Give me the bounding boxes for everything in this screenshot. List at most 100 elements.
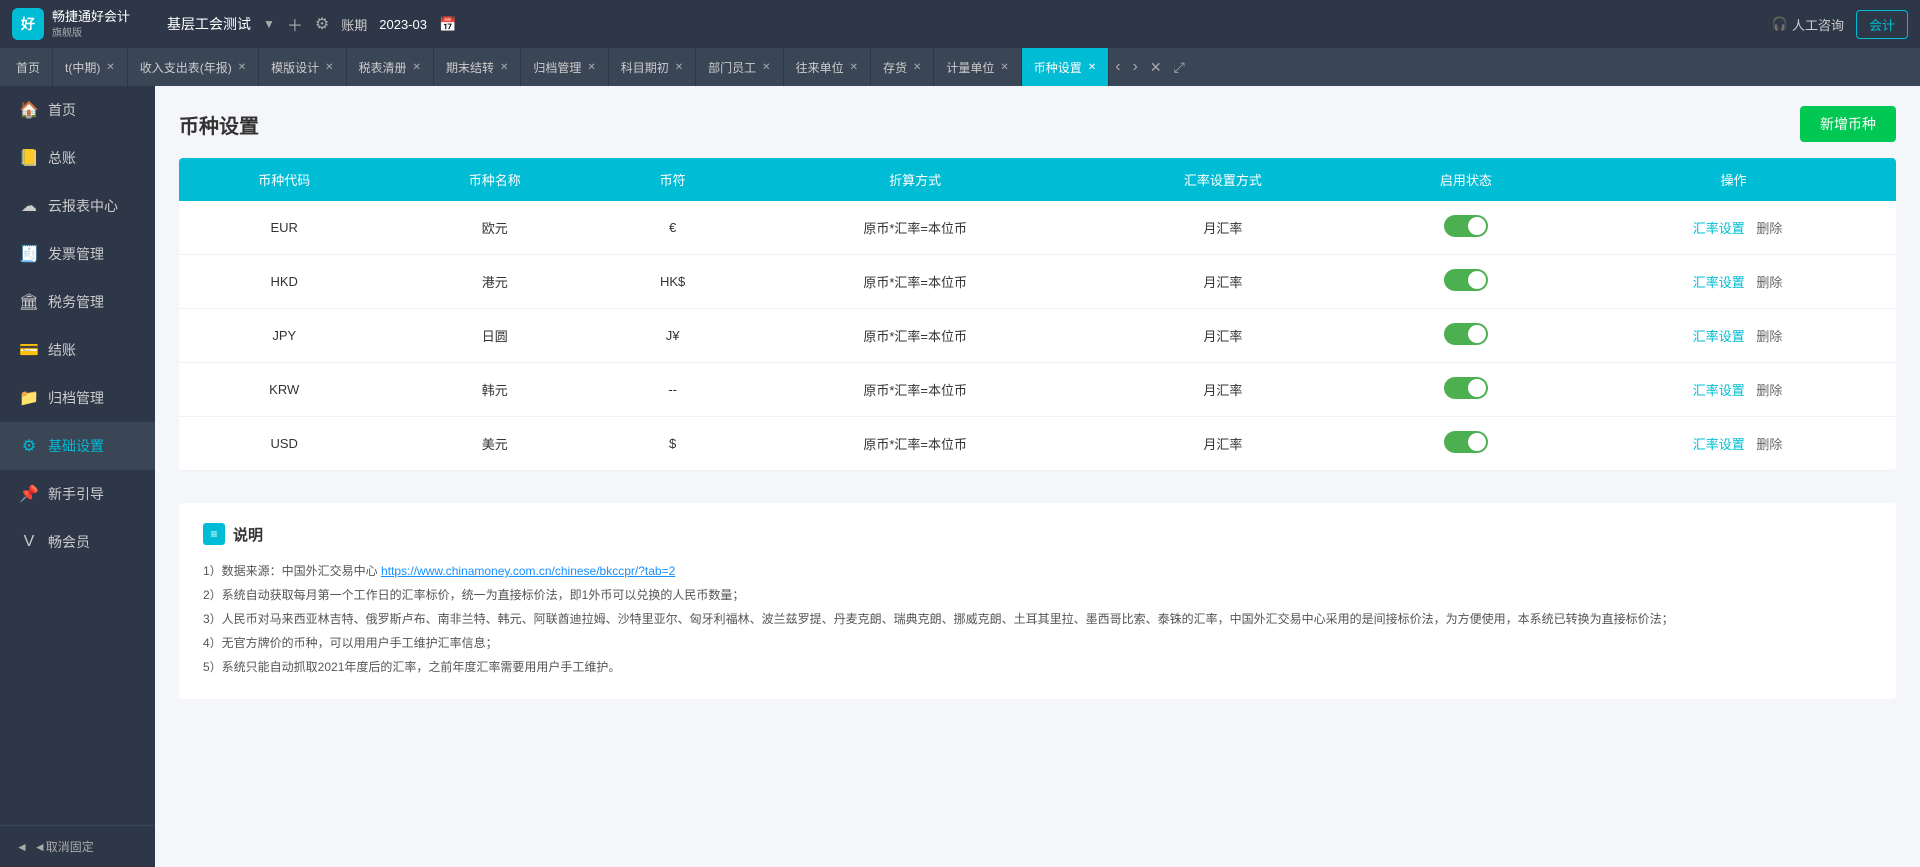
- sidebar-item-reports[interactable]: ☁ 云报表中心: [0, 182, 155, 230]
- sidebar-home-label: 首页: [48, 100, 76, 120]
- tab-subject-close[interactable]: ✕: [675, 62, 683, 73]
- reports-icon: ☁: [20, 197, 38, 215]
- cell-status: [1361, 309, 1571, 363]
- guide-icon: 📌: [20, 485, 38, 503]
- tab-period-end-close[interactable]: ✕: [500, 62, 508, 73]
- tab-annual-close[interactable]: ✕: [238, 62, 246, 73]
- sidebar-item-basic[interactable]: ⚙ 基础设置: [0, 422, 155, 470]
- tab-midterm[interactable]: t(中期) ✕: [53, 48, 128, 86]
- cell-status: [1361, 255, 1571, 309]
- sidebar-item-invoice[interactable]: 🧾 发票管理: [0, 230, 155, 278]
- delete-link-usd[interactable]: 删除: [1756, 437, 1782, 452]
- delete-link-jpy[interactable]: 删除: [1756, 329, 1782, 344]
- account-button[interactable]: 会计: [1856, 10, 1908, 39]
- tab-template[interactable]: 模版设计 ✕: [259, 48, 346, 86]
- sidebar-item-archive[interactable]: 📁 归档管理: [0, 374, 155, 422]
- page-title-bar: 币种设置 新增币种: [179, 106, 1896, 142]
- tab-unit[interactable]: 计量单位 ✕: [934, 48, 1021, 86]
- table-body: EUR 欧元 € 原币*汇率=本位币 月汇率 汇率设置 删除: [179, 201, 1896, 471]
- cell-symbol: J¥: [600, 309, 745, 363]
- tab-department[interactable]: 部门员工 ✕: [696, 48, 783, 86]
- rate-setting-link-usd[interactable]: 汇率设置: [1693, 437, 1745, 452]
- tax-icon: 🏛: [20, 293, 38, 311]
- archive-icon: 📁: [20, 389, 38, 407]
- rate-setting-link-eur[interactable]: 汇率设置: [1693, 221, 1745, 236]
- delete-link-hkd[interactable]: 删除: [1756, 275, 1782, 290]
- tab-tax-close[interactable]: ✕: [413, 62, 421, 73]
- cell-symbol: €: [600, 201, 745, 255]
- rate-setting-link-krw[interactable]: 汇率设置: [1693, 383, 1745, 398]
- tab-prev-icon[interactable]: ‹: [1109, 58, 1126, 76]
- sidebar-basic-label: 基础设置: [48, 436, 104, 456]
- tab-period-end[interactable]: 期末结转 ✕: [434, 48, 521, 86]
- new-currency-button[interactable]: 新增币种: [1800, 106, 1896, 142]
- sidebar-item-guide[interactable]: 📌 新手引导: [0, 470, 155, 518]
- sidebar-item-tax[interactable]: 🏛 税务管理: [0, 278, 155, 326]
- tab-subject-label: 科目期初: [621, 59, 669, 76]
- sidebar-item-settle[interactable]: 💳 结账: [0, 326, 155, 374]
- notes-item-2: 2）系统自动获取每月第一个工作日的汇率标价，统一为直接标价法，即1外币可以兑换的…: [203, 583, 1872, 607]
- sidebar-item-vip[interactable]: V 畅会员: [0, 518, 155, 566]
- tab-archive[interactable]: 归档管理 ✕: [521, 48, 608, 86]
- tab-customer[interactable]: 往来单位 ✕: [784, 48, 871, 86]
- toggle-jpy[interactable]: [1444, 323, 1488, 345]
- tab-template-close[interactable]: ✕: [325, 62, 333, 73]
- sidebar-item-home[interactable]: 🏠 首页: [0, 86, 155, 134]
- calendar-icon[interactable]: 📅: [439, 16, 456, 33]
- tab-unit-close[interactable]: ✕: [1000, 62, 1008, 73]
- toggle-hkd[interactable]: [1444, 269, 1488, 291]
- rate-setting-link-jpy[interactable]: 汇率设置: [1693, 329, 1745, 344]
- toggle-eur[interactable]: [1444, 215, 1488, 237]
- tab-annual[interactable]: 收入支出表(年报) ✕: [128, 48, 259, 86]
- tab-inventory-close[interactable]: ✕: [913, 62, 921, 73]
- delete-link-krw[interactable]: 删除: [1756, 383, 1782, 398]
- tab-inventory[interactable]: 存货 ✕: [871, 48, 934, 86]
- toggle-usd[interactable]: [1444, 431, 1488, 453]
- toggle-track: [1444, 431, 1488, 453]
- support-button[interactable]: 🎧 人工咨询: [1772, 15, 1844, 34]
- dropdown-icon[interactable]: ▼: [263, 17, 275, 31]
- sidebar-settle-label: 结账: [48, 340, 76, 360]
- add-tab-icon[interactable]: ＋: [287, 12, 303, 36]
- table-row: KRW 韩元 -- 原币*汇率=本位币 月汇率 汇率设置 删: [179, 363, 1896, 417]
- cell-action: 汇率设置 删除: [1571, 255, 1896, 309]
- col-action: 操作: [1571, 158, 1896, 201]
- tab-template-label: 模版设计: [271, 59, 319, 76]
- tab-close-icon[interactable]: ✕: [1144, 59, 1168, 76]
- toggle-track: [1444, 215, 1488, 237]
- notes-icon: ≡: [203, 523, 225, 545]
- notes-item-4: 4）无官方牌价的币种，可以用用户手工维护汇率信息；: [203, 631, 1872, 655]
- tab-archive-label: 归档管理: [533, 59, 581, 76]
- tab-tax[interactable]: 税表清册 ✕: [347, 48, 434, 86]
- sidebar-reports-label: 云报表中心: [48, 196, 118, 216]
- cell-symbol: HK$: [600, 255, 745, 309]
- sidebar-item-ledger[interactable]: 📒 总账: [0, 134, 155, 182]
- notes-title-text: 说明: [233, 524, 263, 545]
- settings-icon[interactable]: ⚙: [315, 14, 329, 34]
- rate-setting-link-hkd[interactable]: 汇率设置: [1693, 275, 1745, 290]
- notes-link[interactable]: https://www.chinamoney.com.cn/chinese/bk…: [381, 564, 675, 578]
- cell-calc: 原币*汇率=本位币: [745, 363, 1085, 417]
- table-header: 币种代码 币种名称 币符 折算方式 汇率设置方式 启用状态 操作: [179, 158, 1896, 201]
- period-value: 2023-03: [379, 17, 427, 32]
- sidebar-pin-button[interactable]: ◄ ◄取消固定: [0, 825, 155, 867]
- tab-annual-label: 收入支出表(年报): [140, 59, 232, 76]
- tab-expand-icon[interactable]: ⤢: [1168, 59, 1191, 76]
- tab-archive-close[interactable]: ✕: [587, 62, 595, 73]
- tab-currency[interactable]: 币种设置 ✕: [1022, 48, 1109, 86]
- tab-subject[interactable]: 科目期初 ✕: [609, 48, 696, 86]
- cell-code: USD: [179, 417, 389, 471]
- logo-area: 好 畅捷通好会计 旗舰版: [12, 8, 167, 40]
- notes-section: ≡ 说明 1）数据来源：中国外汇交易中心 https://www.chinamo…: [179, 503, 1896, 699]
- tab-department-close[interactable]: ✕: [762, 62, 770, 73]
- tab-tax-label: 税表清册: [359, 59, 407, 76]
- tab-currency-close[interactable]: ✕: [1088, 62, 1096, 73]
- cell-rate-method: 月汇率: [1085, 201, 1361, 255]
- tab-home[interactable]: 首页: [4, 48, 53, 86]
- toggle-krw[interactable]: [1444, 377, 1488, 399]
- tab-midterm-close[interactable]: ✕: [106, 62, 114, 73]
- cell-action: 汇率设置 删除: [1571, 363, 1896, 417]
- tab-next-icon[interactable]: ›: [1127, 58, 1144, 76]
- delete-link-eur[interactable]: 删除: [1756, 221, 1782, 236]
- tab-customer-close[interactable]: ✕: [850, 62, 858, 73]
